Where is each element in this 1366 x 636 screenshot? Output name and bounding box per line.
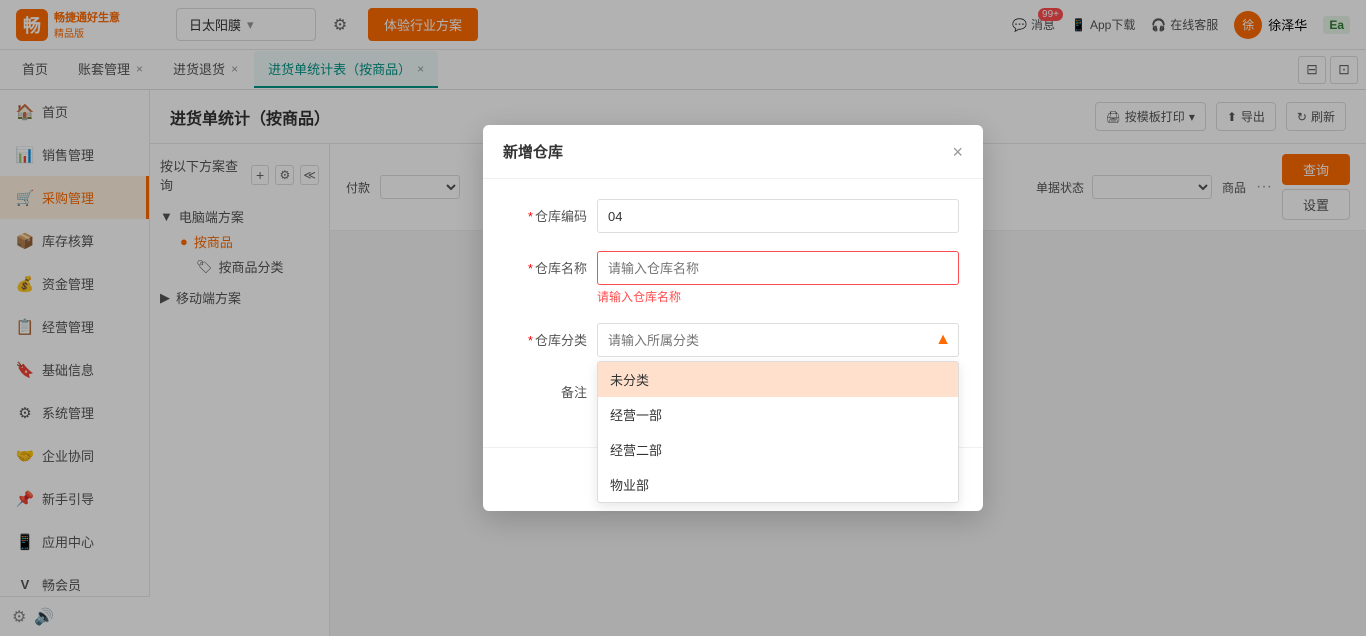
modal-close-icon[interactable]: × <box>952 143 963 161</box>
category-input-wrap: ▲ 未分类 经营一部 经营二部 物业部 <box>597 323 959 357</box>
modal-header: 新增仓库 × <box>483 125 983 179</box>
code-input-wrap <box>597 199 959 233</box>
code-row: *仓库编码 <box>507 199 959 233</box>
category-option-ops2[interactable]: 经营二部 <box>598 432 958 467</box>
remark-label: 备注 <box>507 375 587 401</box>
category-option-property[interactable]: 物业部 <box>598 467 958 502</box>
category-dropdown: 未分类 经营一部 经营二部 物业部 <box>597 361 959 503</box>
name-label: *仓库名称 <box>507 251 587 277</box>
name-input-wrap: 请输入仓库名称 <box>597 251 959 305</box>
name-row: *仓库名称 请输入仓库名称 <box>507 251 959 305</box>
code-input[interactable] <box>597 199 959 233</box>
category-option-uncategorized[interactable]: 未分类 <box>598 362 958 397</box>
category-toggle-icon[interactable]: ▲ <box>935 331 951 349</box>
category-row: *仓库分类 ▲ 未分类 经营一部 经营二部 物业部 <box>507 323 959 357</box>
category-option-ops1[interactable]: 经营一部 <box>598 397 958 432</box>
modal-title: 新增仓库 <box>503 141 563 162</box>
modal-body: *仓库编码 *仓库名称 请输入仓库名称 *仓库分类 ▲ <box>483 179 983 447</box>
code-label: *仓库编码 <box>507 199 587 225</box>
category-input[interactable] <box>597 323 959 357</box>
category-label: *仓库分类 <box>507 323 587 349</box>
add-warehouse-modal: 新增仓库 × *仓库编码 *仓库名称 请输入仓库名称 *仓库分类 <box>483 125 983 511</box>
name-error-tip: 请输入仓库名称 <box>597 288 959 305</box>
name-input[interactable] <box>597 251 959 285</box>
